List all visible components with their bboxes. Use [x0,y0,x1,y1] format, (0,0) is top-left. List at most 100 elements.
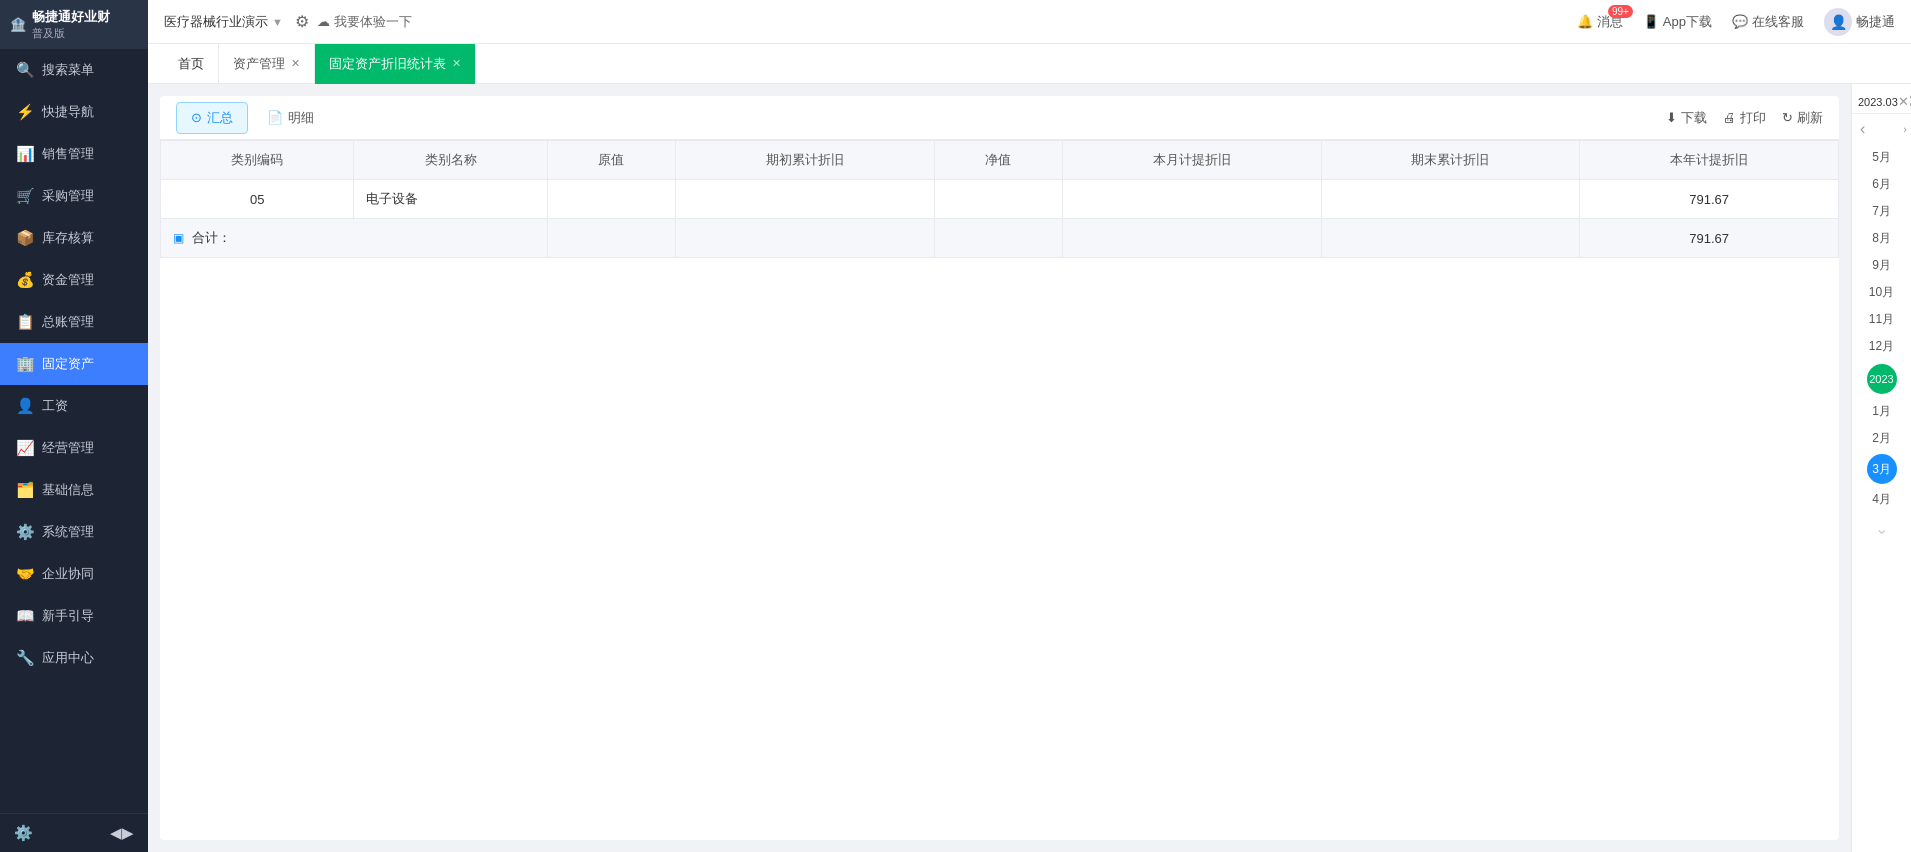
depreciation-table: 类别编码 类别名称 原值 期初累计折旧 净值 本月计提折旧 期末累计折旧 本年计… [160,140,1839,258]
prev-year-nav-arrow[interactable]: › [1903,123,1907,135]
online-service-label: 在线客服 [1752,13,1804,31]
topbar-left: 医疗器械行业演示 ▼ ⚙ ☁ 我要体验一下 [164,12,412,31]
sidebar-label-inventory: 库存核算 [42,229,94,247]
cell-monthly-dep [1062,180,1321,219]
sidebar-item-finance[interactable]: 💰 资金管理 [0,259,148,301]
month-11[interactable]: 11月 [1852,306,1911,333]
tab-asset-management-close[interactable]: ✕ [291,57,300,70]
month-10[interactable]: 10月 [1852,279,1911,306]
app-download-label: App下载 [1663,13,1712,31]
month-3[interactable]: 3月 [1867,454,1897,484]
close-panel-icon[interactable]: ✕ [1898,94,1909,109]
month-7[interactable]: 7月 [1852,198,1911,225]
month-12[interactable]: 12月 [1852,333,1911,360]
app-download-button[interactable]: 📱 App下载 [1643,13,1712,31]
sidebar-footer: ⚙️ ◀▶ [0,813,148,852]
sidebar-label-sales: 销售管理 [42,145,94,163]
tab-asset-management-label: 资产管理 [233,55,285,73]
notifications-badge: 99+ [1608,5,1633,18]
refresh-label: 刷新 [1797,109,1823,127]
sidebar-item-quick-nav[interactable]: ⚡ 快捷导航 [0,91,148,133]
avatar: 👤 [1824,8,1852,36]
sidebar-item-system[interactable]: ⚙️ 系统管理 [0,511,148,553]
download-button[interactable]: ⬇ 下载 [1666,109,1707,127]
sidebar-label-apps: 应用中心 [42,649,94,667]
download-icon: ⬇ [1666,110,1677,125]
sidebar-label-base-info: 基础信息 [42,481,94,499]
sidebar-item-apps[interactable]: 🔧 应用中心 [0,637,148,679]
month-1[interactable]: 1月 [1852,398,1911,425]
sidebar-nav: 🔍 搜索菜单 ⚡ 快捷导航 📊 销售管理 🛒 采购管理 📦 库存核算 💰 资金管… [0,49,148,813]
sidebar-item-operations[interactable]: 📈 经营管理 [0,427,148,469]
finance-icon: 💰 [16,271,34,289]
ledger-icon: 📋 [16,313,34,331]
sidebar-item-enterprise[interactable]: 🤝 企业协同 [0,553,148,595]
guide-icon: 📖 [16,607,34,625]
col-header-annual-dep: 本年计提折旧 [1580,141,1839,180]
summary-tab-label: 汇总 [207,109,233,127]
tab-depreciation-report-close[interactable]: ✕ [452,57,461,70]
company-selector[interactable]: 医疗器械行业演示 ▼ [164,13,283,31]
tab-depreciation-report-label: 固定资产折旧统计表 [329,55,446,73]
month-4[interactable]: 4月 [1852,486,1911,513]
tab-depreciation-report[interactable]: 固定资产折旧统计表 ✕ [315,44,476,84]
sidebar-item-purchase[interactable]: 🛒 采购管理 [0,175,148,217]
col-header-initial-dep: 期初累计折旧 [675,141,934,180]
month-8[interactable]: 8月 [1852,225,1911,252]
detail-tab-icon: 📄 [267,110,283,125]
sub-tabs-bar: ⊙ 汇总 📄 明细 ⬇ 下载 🖨 打印 [160,96,1839,140]
sidebar-label-finance: 资金管理 [42,271,94,289]
table-row: 05 电子设备 791.67 [161,180,1839,219]
experience-button[interactable]: ☁ 我要体验一下 [317,13,412,31]
month-6[interactable]: 6月 [1852,171,1911,198]
col-header-code: 类别编码 [161,141,354,180]
sidebar-item-guide[interactable]: 📖 新手引导 [0,595,148,637]
period-label: 2023.03 [1858,96,1898,108]
sidebar-item-ledger[interactable]: 📋 总账管理 [0,301,148,343]
refresh-icon: ↻ [1782,110,1793,125]
year-2023-marker[interactable]: 2023 [1867,364,1897,394]
sidebar-item-fixed-assets[interactable]: 🏢 固定资产 [0,343,148,385]
summary-row: ▣ 合计： 791.67 [161,219,1839,258]
sidebar-item-payroll[interactable]: 👤 工资 [0,385,148,427]
month-2[interactable]: 2月 [1852,425,1911,452]
sub-tab-summary[interactable]: ⊙ 汇总 [176,102,248,134]
cell-annual-dep: 791.67 [1580,180,1839,219]
collapse-icon[interactable]: ◀▶ [110,824,134,842]
prev-year-months: 5月 6月 7月 8月 9月 10月 11月 12月 [1852,144,1911,360]
notifications-button[interactable]: 🔔 消息 99+ [1577,13,1623,31]
date-panel: 2023.03 ✕ ⛶ ‹ › 5月 6月 7月 8月 9月 10月 11月 1… [1851,84,1911,852]
base-info-icon: 🗂️ [16,481,34,499]
col-header-end-dep: 期末累计折旧 [1321,141,1580,180]
month-5[interactable]: 5月 [1852,144,1911,171]
online-service-button[interactable]: 💬 在线客服 [1732,13,1804,31]
topbar-right: 🔔 消息 99+ 📱 App下载 💬 在线客服 👤 畅捷通 [1577,8,1895,36]
user-button[interactable]: 👤 畅捷通 [1824,8,1895,36]
service-icon: 💬 [1732,14,1748,29]
print-button[interactable]: 🖨 打印 [1723,109,1766,127]
sidebar-item-base-info[interactable]: 🗂️ 基础信息 [0,469,148,511]
operations-icon: 📈 [16,439,34,457]
cloud-icon: ☁ [317,14,330,29]
tabs-bar: 首页 资产管理 ✕ 固定资产折旧统计表 ✕ [148,44,1911,84]
summary-original [547,219,675,258]
month-9[interactable]: 9月 [1852,252,1911,279]
sidebar-item-inventory[interactable]: 📦 库存核算 [0,217,148,259]
settings-footer-icon[interactable]: ⚙️ [14,824,33,842]
sub-tab-detail[interactable]: 📄 明细 [252,102,329,134]
sidebar-item-sales[interactable]: 📊 销售管理 [0,133,148,175]
bottom-down-arrow[interactable]: ⌄ [1875,519,1888,538]
print-icon: 🖨 [1723,110,1736,125]
sidebar-item-search[interactable]: 🔍 搜索菜单 [0,49,148,91]
col-header-net-value: 净值 [934,141,1062,180]
tab-home[interactable]: 首页 [164,44,219,84]
tab-asset-management[interactable]: 资产管理 ✕ [219,44,315,84]
topbar-settings-icon[interactable]: ⚙ [295,12,309,31]
summary-net-value [934,219,1062,258]
prev-year-arrow[interactable]: ‹ [1856,116,1869,142]
content-main: ⊙ 汇总 📄 明细 ⬇ 下载 🖨 打印 [160,96,1839,840]
sidebar-label-operations: 经营管理 [42,439,94,457]
app-name: 畅捷通好业财 [32,8,110,26]
sidebar-label-guide: 新手引导 [42,607,94,625]
refresh-button[interactable]: ↻ 刷新 [1782,109,1823,127]
